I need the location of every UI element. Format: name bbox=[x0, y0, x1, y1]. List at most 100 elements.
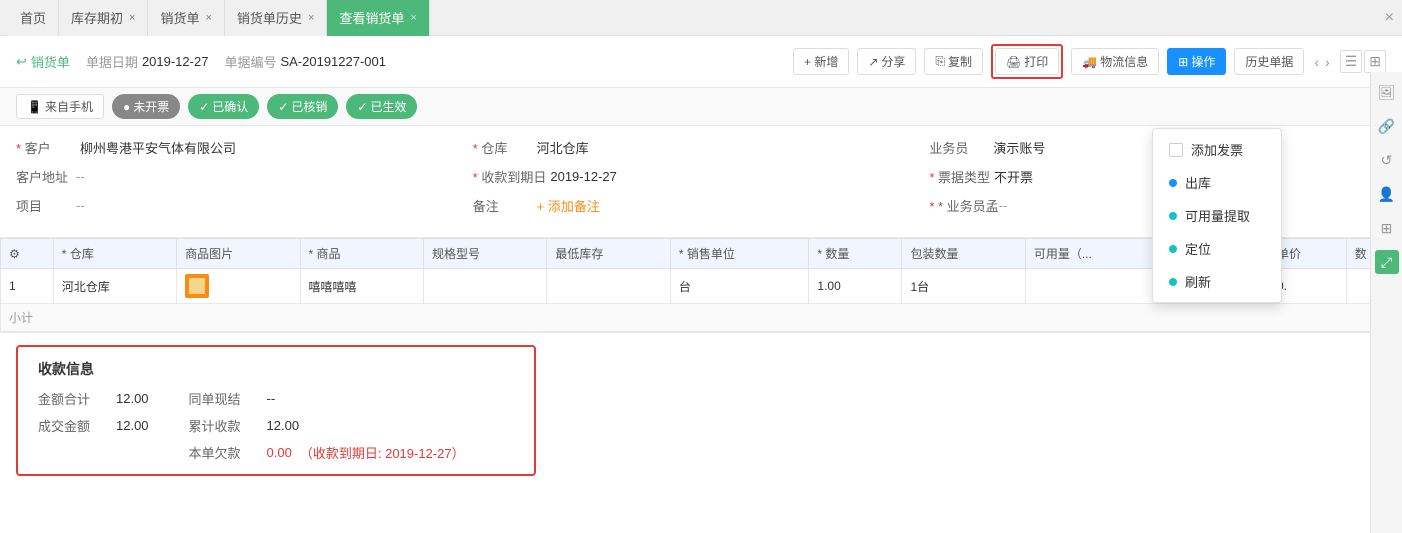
subtotal-row: 小计 bbox=[1, 304, 1402, 332]
new-button[interactable]: + 新增 bbox=[793, 48, 849, 75]
tab-inventory-init-label: 库存期初 bbox=[71, 8, 123, 27]
cell-product: 嘻嘻嘻嘻 bbox=[300, 269, 423, 304]
col-unit: * 销售单位 bbox=[670, 239, 809, 269]
logistics-button[interactable]: 🚚 物流信息 bbox=[1071, 48, 1159, 75]
dropdown-refresh[interactable]: 刷新 bbox=[1153, 265, 1281, 298]
sidebar-person-icon[interactable]: 👤 bbox=[1375, 182, 1399, 206]
payment-due-key: 本单欠款 bbox=[189, 443, 259, 462]
check-icon: ✓ bbox=[199, 100, 209, 114]
tab-sales-order-close[interactable]: × bbox=[205, 12, 211, 24]
prev-arrow[interactable]: ‹ bbox=[1312, 54, 1321, 70]
payment-same-order-row: 同单现结 -- bbox=[189, 389, 465, 408]
address-value: -- bbox=[76, 169, 85, 184]
col-quantity: * 数量 bbox=[809, 239, 902, 269]
col-spec: 规格型号 bbox=[423, 239, 546, 269]
grid-view-icon[interactable]: ⊞ bbox=[1364, 50, 1386, 73]
locate-label: 定位 bbox=[1185, 239, 1211, 258]
tab-bar: 首页 库存期初 × 销货单 × 销货单历史 × 查看销货单 × × bbox=[0, 0, 1402, 36]
dropdown-available-qty[interactable]: 可用量提取 bbox=[1153, 199, 1281, 232]
main-content: ↩ 销货单 单据日期 2019-12-27 单据编号 SA-20191227-0… bbox=[0, 36, 1402, 533]
sidebar-rotate-icon[interactable]: ↺ bbox=[1375, 148, 1399, 172]
copy-button[interactable]: ⎘ 复制 bbox=[924, 48, 983, 75]
payment-due-extra: （收款到期日: 2019-12-27） bbox=[300, 443, 465, 462]
history-button[interactable]: 历史单据 bbox=[1234, 48, 1304, 75]
effective-check-icon: ✓ bbox=[357, 100, 367, 114]
tab-view-sales[interactable]: 查看销货单 × bbox=[327, 0, 429, 36]
payment-total-val: 12.00 bbox=[116, 391, 149, 406]
outbound-label: 出库 bbox=[1185, 173, 1211, 192]
tab-sales-history[interactable]: 销货单历史 × bbox=[225, 0, 327, 36]
confirm-button[interactable]: ✓ 已确认 bbox=[188, 94, 259, 119]
payment-title: 收款信息 bbox=[38, 359, 514, 379]
doc-number-label: 单据编号 bbox=[224, 52, 276, 71]
sidebar-table-icon[interactable]: ⊞ bbox=[1375, 216, 1399, 240]
add-note-button[interactable]: + 添加备注 bbox=[537, 196, 600, 215]
bottom-area: 收款信息 金额合计 12.00 成交金额 12.00 同单现结 -- bbox=[0, 333, 1402, 488]
tab-inventory-init[interactable]: 库存期初 × bbox=[59, 0, 148, 36]
warehouse-value: 河北仓库 bbox=[537, 138, 589, 157]
doc-meta: 单据日期 2019-12-27 单据编号 SA-20191227-001 bbox=[86, 52, 793, 71]
operation-dropdown: 添加发票 出库 可用量提取 定位 刷新 bbox=[1152, 128, 1282, 303]
invoice-icon bbox=[1169, 143, 1183, 157]
customer-value: 柳州粤港平安气体有限公司 bbox=[80, 138, 236, 157]
address-label: 客户地址 bbox=[16, 167, 76, 186]
dropdown-add-invoice[interactable]: 添加发票 bbox=[1153, 133, 1281, 166]
warehouse-label: 仓库 bbox=[473, 138, 533, 157]
sidebar-link-icon[interactable]: 🔗 bbox=[1375, 114, 1399, 138]
col-settings[interactable]: ⚙ bbox=[1, 239, 54, 269]
payment-deal-key: 成交金额 bbox=[38, 416, 108, 435]
sold-check-icon: ✓ bbox=[278, 100, 288, 114]
tab-view-sales-close[interactable]: × bbox=[410, 12, 416, 24]
locate-icon bbox=[1169, 245, 1177, 253]
payment-date-label: 收款到期日 bbox=[473, 167, 547, 186]
toolbar: + 新增 ↗ 分享 ⎘ 复制 🖨 打印 🚚 物流信息 ⊞ 操作 bbox=[793, 44, 1386, 79]
tab-home[interactable]: 首页 bbox=[8, 0, 59, 36]
view-icons: ☰ ⊞ bbox=[1340, 50, 1386, 73]
cell-pack-qty: 1台 bbox=[902, 269, 1025, 304]
sidebar-expand-icon[interactable]: ⤢ bbox=[1375, 250, 1399, 274]
doc-date-value: 2019-12-27 bbox=[142, 54, 209, 69]
add-invoice-label: 添加发票 bbox=[1191, 140, 1243, 159]
next-arrow[interactable]: › bbox=[1323, 54, 1332, 70]
not-open-button[interactable]: ● 未开票 bbox=[112, 94, 180, 119]
sold-button[interactable]: ✓ 已核销 bbox=[267, 94, 338, 119]
tab-sales-order[interactable]: 销货单 × bbox=[148, 0, 224, 36]
ticket-type-label: 票据类型 bbox=[929, 167, 990, 186]
tab-sales-history-close[interactable]: × bbox=[308, 12, 314, 24]
operation-button[interactable]: ⊞ 操作 bbox=[1167, 48, 1226, 75]
project-field: 项目 -- bbox=[16, 196, 473, 215]
from-phone-button[interactable]: 📱 来自手机 bbox=[16, 94, 104, 119]
salesperson-label: * 业务员孟 bbox=[929, 196, 998, 215]
staff-label: 业务员 bbox=[929, 138, 989, 157]
payment-total-key: 金额合计 bbox=[38, 389, 108, 408]
available-qty-label: 可用量提取 bbox=[1185, 206, 1250, 225]
address-field: 客户地址 -- bbox=[16, 167, 473, 186]
tab-view-sales-label: 查看销货单 bbox=[339, 8, 404, 27]
nav-arrows: ‹ › bbox=[1312, 54, 1331, 70]
print-button[interactable]: 🖨 打印 bbox=[995, 48, 1059, 75]
doc-type-badge: ↩ 销货单 bbox=[16, 52, 70, 71]
remark-label: 备注 bbox=[473, 196, 533, 215]
dropdown-locate[interactable]: 定位 bbox=[1153, 232, 1281, 265]
payment-col-right: 同单现结 -- 累计收款 12.00 本单欠款 0.00 （收款到期日: 201… bbox=[189, 389, 465, 462]
doc-type-icon: ↩ bbox=[16, 54, 27, 70]
copy-icon: ⎘ bbox=[935, 54, 945, 69]
close-all-button[interactable]: × bbox=[1385, 9, 1394, 27]
list-view-icon[interactable]: ☰ bbox=[1340, 50, 1363, 73]
cell-unit: 台 bbox=[670, 269, 809, 304]
payment-deal-row: 成交金额 12.00 bbox=[38, 416, 149, 435]
product-image-inner bbox=[189, 278, 205, 294]
payment-same-order-val: -- bbox=[267, 391, 276, 406]
dropdown-outbound[interactable]: 出库 bbox=[1153, 166, 1281, 199]
grid-icon: ⊞ bbox=[1178, 55, 1188, 69]
tab-inventory-init-close[interactable]: × bbox=[129, 12, 135, 24]
refresh-label: 刷新 bbox=[1185, 272, 1211, 291]
share-button[interactable]: ↗ 分享 bbox=[857, 48, 916, 75]
payment-info: 收款信息 金额合计 12.00 成交金额 12.00 同单现结 -- bbox=[16, 345, 536, 476]
project-value: -- bbox=[76, 198, 85, 213]
sidebar-image-icon[interactable]: 🖼 bbox=[1375, 80, 1399, 104]
payment-cumulative-row: 累计收款 12.00 bbox=[189, 416, 465, 435]
effective-button[interactable]: ✓ 已生效 bbox=[346, 94, 417, 119]
refresh-icon bbox=[1169, 278, 1177, 286]
status-row: 📱 来自手机 ● 未开票 ✓ 已确认 ✓ 已核销 ✓ 已生效 bbox=[0, 88, 1402, 126]
